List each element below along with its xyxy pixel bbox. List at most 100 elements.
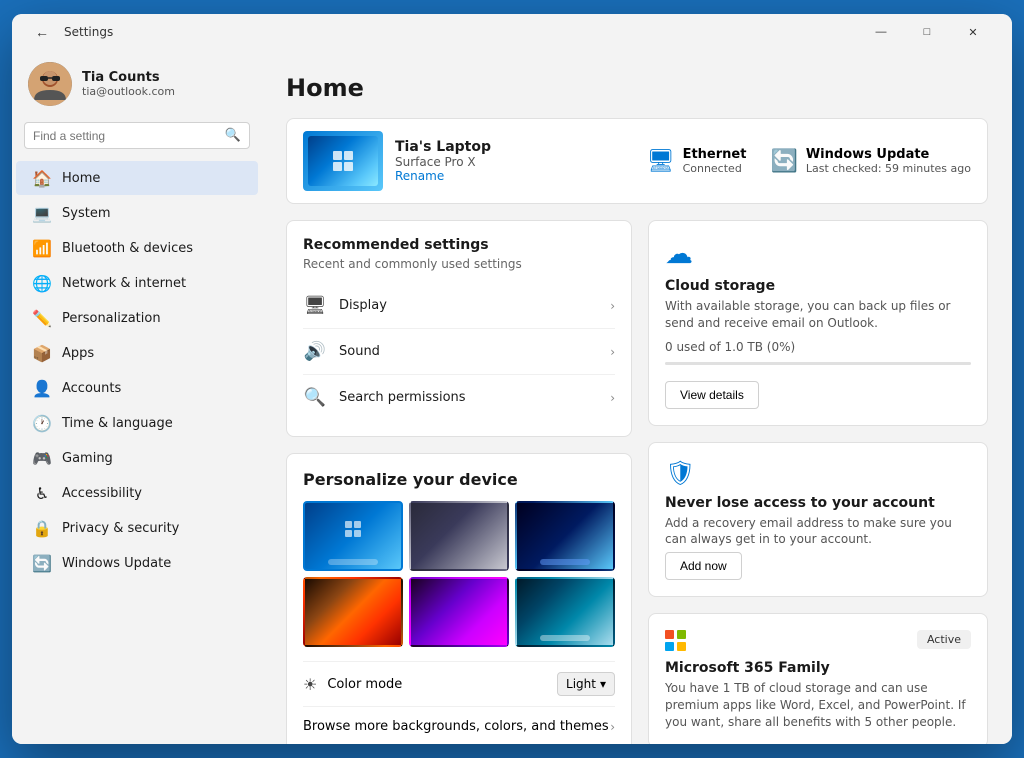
sidebar-item-label: Privacy & security [62,521,179,536]
sidebar-item-label: Gaming [62,451,113,466]
sidebar-item-apps[interactable]: 📦 Apps [16,336,258,370]
device-image-inner [308,136,378,186]
ethernet-icon: 🖥 [647,149,675,174]
device-status-group: 🖥 Ethernet Connected 🔄 Windows Update La… [647,147,971,175]
settings-item-sound[interactable]: 🔊 Sound › [303,329,615,375]
storage-bar-bg [665,362,971,365]
sidebar-item-bluetooth[interactable]: 📶 Bluetooth & devices [16,231,258,265]
sidebar-item-label: Apps [62,346,94,361]
windows-update-status: 🔄 Windows Update Last checked: 59 minute… [770,147,971,175]
ethernet-info: Ethernet Connected [683,147,747,175]
sidebar-item-label: Bluetooth & devices [62,241,193,256]
home-icon: 🏠 [32,168,52,188]
sidebar-item-privacy[interactable]: 🔒 Privacy & security [16,511,258,545]
sidebar-item-label: Accounts [62,381,121,396]
wallpaper-6[interactable] [515,577,615,647]
search-perms-icon: 🔍 [303,387,327,408]
ethernet-status: 🖥 Ethernet Connected [647,147,747,175]
wallpaper-grid [303,501,615,647]
device-bar: Tia's Laptop Surface Pro X Rename 🖥 Ethe… [286,118,988,204]
titlebar: ← Settings — □ ✕ [12,14,1012,50]
ms365-desc: You have 1 TB of cloud storage and can u… [665,680,971,730]
color-mode-select[interactable]: Light ▾ [557,672,615,696]
windows-update-label: Windows Update [806,147,971,162]
sidebar-item-gaming[interactable]: 🎮 Gaming [16,441,258,475]
chevron-icon: › [610,299,615,313]
ethernet-sub: Connected [683,162,747,175]
back-button[interactable]: ← [28,18,56,46]
account-security-card: 🛡 Never lose access to your account Add … [648,442,988,598]
windows-update-info: Windows Update Last checked: 59 minutes … [806,147,971,175]
profile-info: Tia Counts tia@outlook.com [82,70,175,98]
window-controls: — □ ✕ [858,16,996,48]
wallpaper-2[interactable] [409,501,509,571]
cloud-icon: ☁ [665,237,971,270]
win-logo-device [333,151,353,171]
settings-window: ← Settings — □ ✕ [12,14,1012,744]
wallpaper-1[interactable] [303,501,403,571]
chevron-icon-2: › [610,345,615,359]
windows-update-sub: Last checked: 59 minutes ago [806,162,971,175]
sidebar-item-time[interactable]: 🕐 Time & language [16,406,258,440]
sidebar-item-update[interactable]: 🔄 Windows Update [16,546,258,580]
cards-row: Recommended settings Recent and commonly… [286,220,988,744]
browse-row[interactable]: Browse more backgrounds, colors, and the… [303,706,615,744]
profile-section: Tia Counts tia@outlook.com [12,50,262,122]
security-icon: 🛡 [665,459,971,487]
profile-email: tia@outlook.com [82,85,175,98]
chevron-icon-3: › [610,391,615,405]
cloud-desc: With available storage, you can back up … [665,298,971,332]
device-rename-link[interactable]: Rename [395,169,444,183]
sidebar-item-personalization[interactable]: ✏️ Personalization [16,301,258,335]
sidebar-item-accessibility[interactable]: ♿ Accessibility [16,476,258,510]
color-mode-icon: ☀ [303,675,317,694]
minimize-button[interactable]: — [858,16,904,48]
accessibility-icon: ♿ [32,483,52,503]
settings-item-display[interactable]: 🖥 Display › [303,283,615,329]
sidebar-item-system[interactable]: 💻 System [16,196,258,230]
recommended-title: Recommended settings [303,237,615,253]
search-input[interactable] [33,129,219,143]
ms365-logo [665,630,687,652]
ms365-header: Active [665,630,971,652]
content-area: Tia Counts tia@outlook.com 🔍 🏠 Home 💻 Sy… [12,50,1012,744]
wallpaper-4[interactable] [303,577,403,647]
device-info: Tia's Laptop Surface Pro X Rename [395,139,635,184]
device-image [303,131,383,191]
view-details-button[interactable]: View details [665,381,759,409]
main-content: Home Tia's Laptop Surface Pro [262,50,1012,744]
settings-item-search[interactable]: 🔍 Search permissions › [303,375,615,420]
accounts-icon: 👤 [32,378,52,398]
wallpaper-3[interactable] [515,501,615,571]
sidebar-item-label: Accessibility [62,486,142,501]
display-icon: 🖥 [303,295,327,316]
sidebar-item-network[interactable]: 🌐 Network & internet [16,266,258,300]
close-button[interactable]: ✕ [950,16,996,48]
sidebar-item-label: Personalization [62,311,161,326]
avatar [28,62,72,106]
sidebar-item-label: Network & internet [62,276,186,291]
network-icon: 🌐 [32,273,52,293]
color-mode-value: Light [566,677,596,691]
maximize-button[interactable]: □ [904,16,950,48]
left-col: Recommended settings Recent and commonly… [286,220,632,744]
sidebar-item-accounts[interactable]: 👤 Accounts [16,371,258,405]
search-box[interactable]: 🔍 [24,122,250,149]
profile-name: Tia Counts [82,70,175,85]
sidebar: Tia Counts tia@outlook.com 🔍 🏠 Home 💻 Sy… [12,50,262,744]
ms365-card: Active Microsoft 365 Family You have 1 T… [648,613,988,744]
color-mode-row[interactable]: ☀ Color mode Light ▾ [303,661,615,706]
wallpaper-5[interactable] [409,577,509,647]
storage-text: 0 used of 1.0 TB (0%) [665,340,971,354]
recommended-subtitle: Recent and commonly used settings [303,257,615,271]
cloud-title: Cloud storage [665,278,971,294]
color-mode-label: Color mode [327,677,547,692]
sidebar-item-home[interactable]: 🏠 Home [16,161,258,195]
search-label: Search permissions [339,390,598,405]
color-mode-chevron: ▾ [600,677,606,691]
bluetooth-icon: 📶 [32,238,52,258]
privacy-icon: 🔒 [32,518,52,538]
browse-chevron: › [610,720,615,734]
apps-icon: 📦 [32,343,52,363]
add-now-button[interactable]: Add now [665,552,742,580]
